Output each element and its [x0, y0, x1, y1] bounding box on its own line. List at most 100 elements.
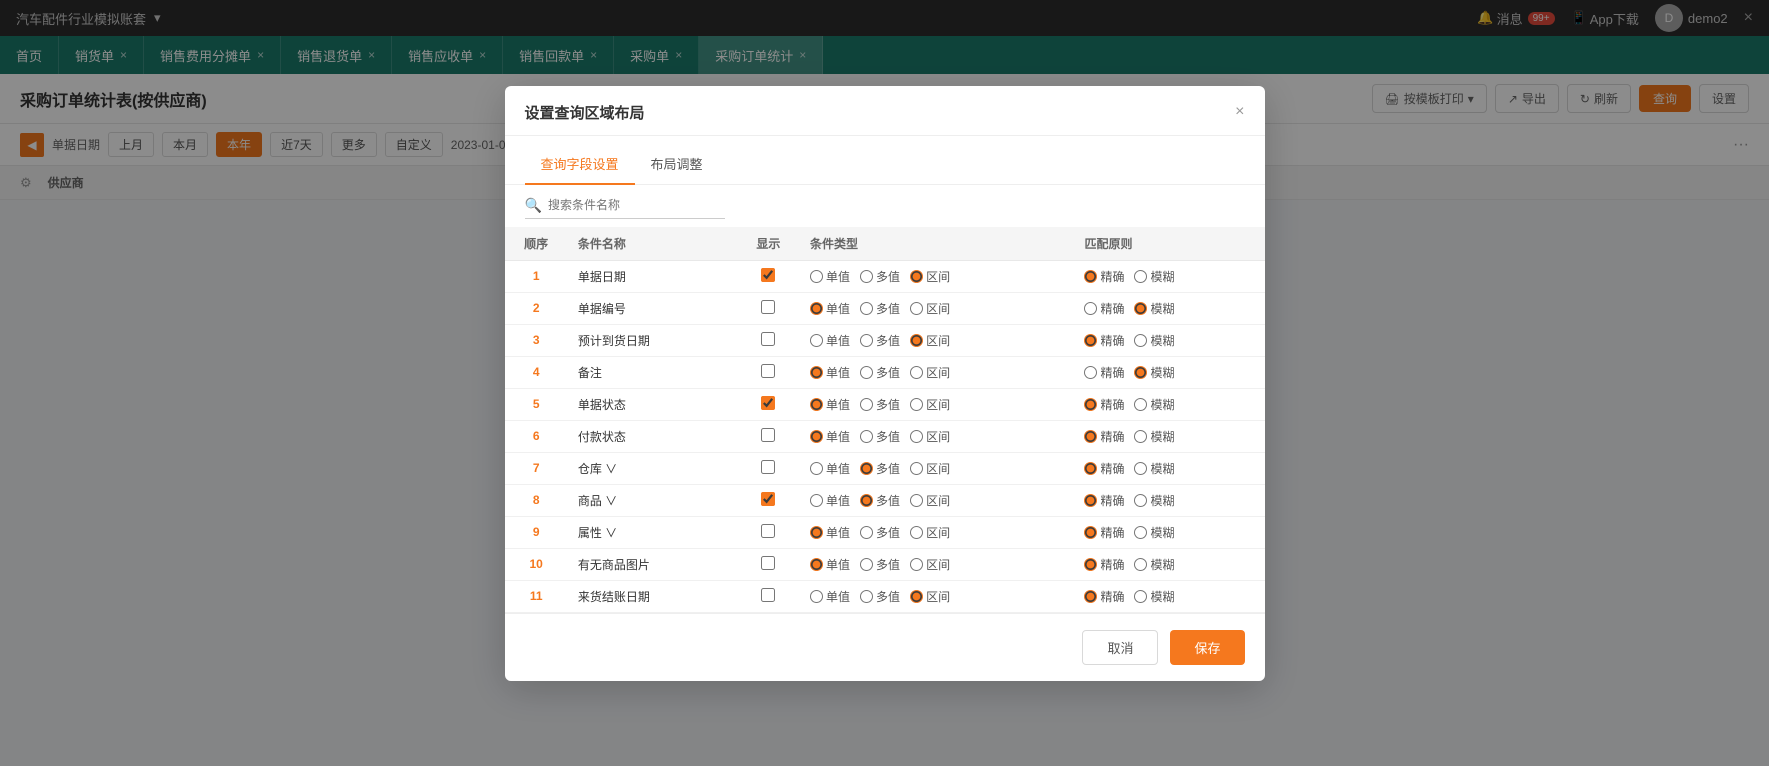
row-match-cell-3: 精确模糊: [1074, 356, 1264, 388]
row-match-4-精确[interactable]: 精确: [1084, 396, 1124, 413]
row-checkbox-10[interactable]: [761, 588, 775, 602]
row-type-6-单值[interactable]: 单值: [810, 460, 850, 477]
row-checkbox-7[interactable]: [761, 492, 775, 506]
row-type-4-区间[interactable]: 区间: [910, 396, 950, 413]
dialog-footer: 取消 保存: [505, 613, 1265, 681]
row-type-6-区间[interactable]: 区间: [910, 460, 950, 477]
row-checkbox-2[interactable]: [761, 332, 775, 346]
order-num-0: 1: [533, 269, 540, 283]
row-match-4-模糊[interactable]: 模糊: [1134, 396, 1174, 413]
row-checkbox-1[interactable]: [761, 300, 775, 314]
row-match-1-精确[interactable]: 精确: [1084, 300, 1124, 317]
row-type-3-多值[interactable]: 多值: [860, 364, 900, 381]
row-checkbox-cell-4: [737, 388, 800, 420]
row-type-9-多值[interactable]: 多值: [860, 556, 900, 573]
row-match-9-精确[interactable]: 精确: [1084, 556, 1124, 573]
row-match-0-精确[interactable]: 精确: [1084, 268, 1124, 285]
row-type-5-多值[interactable]: 多值: [860, 428, 900, 445]
row-type-0-多值[interactable]: 多值: [860, 268, 900, 285]
row-type-9-区间[interactable]: 区间: [910, 556, 950, 573]
dialog-close-button[interactable]: ×: [1235, 103, 1244, 121]
row-checkbox-cell-7: [737, 484, 800, 516]
row-type-5-区间[interactable]: 区间: [910, 428, 950, 445]
row-type-3-区间[interactable]: 区间: [910, 364, 950, 381]
row-checkbox-0[interactable]: [761, 268, 775, 282]
row-order-8: 9: [505, 516, 568, 548]
row-type-7-多值[interactable]: 多值: [860, 492, 900, 509]
row-match-8-精确[interactable]: 精确: [1084, 524, 1124, 541]
save-button[interactable]: 保存: [1170, 630, 1244, 665]
row-type-4-多值[interactable]: 多值: [860, 396, 900, 413]
row-type-3-单值[interactable]: 单值: [810, 364, 850, 381]
row-checkbox-3[interactable]: [761, 364, 775, 378]
row-type-cell-7: 单值多值区间: [800, 484, 1074, 516]
row-type-8-单值[interactable]: 单值: [810, 524, 850, 541]
row-name-5: 付款状态: [568, 420, 737, 452]
row-type-0-单值[interactable]: 单值: [810, 268, 850, 285]
search-input[interactable]: [548, 198, 725, 212]
row-name-8: 属性 ∨: [568, 516, 737, 548]
dialog-search-area: 🔍: [505, 185, 1265, 227]
row-match-0-模糊[interactable]: 模糊: [1134, 268, 1174, 285]
config-table: 顺序 条件名称 显示 条件类型 匹配原则 1单据日期单值多值区间精确模糊2单据编…: [505, 227, 1265, 613]
dialog-tab-layout-adjust[interactable]: 布局调整: [635, 148, 719, 185]
row-type-5-单值[interactable]: 单值: [810, 428, 850, 445]
row-type-1-单值[interactable]: 单值: [810, 300, 850, 317]
dialog-tab-field-settings[interactable]: 查询字段设置: [525, 148, 635, 185]
row-order-5: 6: [505, 420, 568, 452]
table-row: 11来货结账日期单值多值区间精确模糊: [505, 580, 1265, 612]
row-checkbox-cell-8: [737, 516, 800, 548]
row-checkbox-cell-1: [737, 292, 800, 324]
order-num-9: 10: [529, 557, 542, 571]
row-checkbox-cell-3: [737, 356, 800, 388]
row-type-4-单值[interactable]: 单值: [810, 396, 850, 413]
row-match-6-模糊[interactable]: 模糊: [1134, 460, 1174, 477]
row-order-6: 7: [505, 452, 568, 484]
row-order-4: 5: [505, 388, 568, 420]
row-type-9-单值[interactable]: 单值: [810, 556, 850, 573]
row-match-6-精确[interactable]: 精确: [1084, 460, 1124, 477]
row-match-5-模糊[interactable]: 模糊: [1134, 428, 1174, 445]
row-type-10-区间[interactable]: 区间: [910, 588, 950, 605]
row-checkbox-9[interactable]: [761, 556, 775, 570]
row-type-7-单值[interactable]: 单值: [810, 492, 850, 509]
row-checkbox-5[interactable]: [761, 428, 775, 442]
row-match-10-精确[interactable]: 精确: [1084, 588, 1124, 605]
row-match-5-精确[interactable]: 精确: [1084, 428, 1124, 445]
row-checkbox-cell-2: [737, 324, 800, 356]
row-type-8-多值[interactable]: 多值: [860, 524, 900, 541]
row-match-1-模糊[interactable]: 模糊: [1134, 300, 1174, 317]
order-num-3: 4: [533, 365, 540, 379]
cancel-button[interactable]: 取消: [1082, 630, 1158, 665]
row-match-2-精确[interactable]: 精确: [1084, 332, 1124, 349]
row-checkbox-4[interactable]: [761, 396, 775, 410]
row-match-7-精确[interactable]: 精确: [1084, 492, 1124, 509]
row-name-2: 预计到货日期: [568, 324, 737, 356]
row-checkbox-6[interactable]: [761, 460, 775, 474]
row-type-1-区间[interactable]: 区间: [910, 300, 950, 317]
row-match-7-模糊[interactable]: 模糊: [1134, 492, 1174, 509]
row-checkbox-8[interactable]: [761, 524, 775, 538]
row-match-10-模糊[interactable]: 模糊: [1134, 588, 1174, 605]
row-type-2-多值[interactable]: 多值: [860, 332, 900, 349]
row-type-8-区间[interactable]: 区间: [910, 524, 950, 541]
table-row: 5单据状态单值多值区间精确模糊: [505, 388, 1265, 420]
row-match-8-模糊[interactable]: 模糊: [1134, 524, 1174, 541]
row-type-2-单值[interactable]: 单值: [810, 332, 850, 349]
row-match-9-模糊[interactable]: 模糊: [1134, 556, 1174, 573]
row-type-10-多值[interactable]: 多值: [860, 588, 900, 605]
row-match-3-模糊[interactable]: 模糊: [1134, 364, 1174, 381]
row-match-2-模糊[interactable]: 模糊: [1134, 332, 1174, 349]
row-type-0-区间[interactable]: 区间: [910, 268, 950, 285]
table-row: 4备注单值多值区间精确模糊: [505, 356, 1265, 388]
row-type-10-单值[interactable]: 单值: [810, 588, 850, 605]
order-num-5: 6: [533, 429, 540, 443]
order-num-2: 3: [533, 333, 540, 347]
col-name: 条件名称: [568, 227, 737, 261]
row-match-3-精确[interactable]: 精确: [1084, 364, 1124, 381]
row-type-1-多值[interactable]: 多值: [860, 300, 900, 317]
row-type-7-区间[interactable]: 区间: [910, 492, 950, 509]
row-type-2-区间[interactable]: 区间: [910, 332, 950, 349]
row-checkbox-cell-6: [737, 452, 800, 484]
row-type-6-多值[interactable]: 多值: [860, 460, 900, 477]
